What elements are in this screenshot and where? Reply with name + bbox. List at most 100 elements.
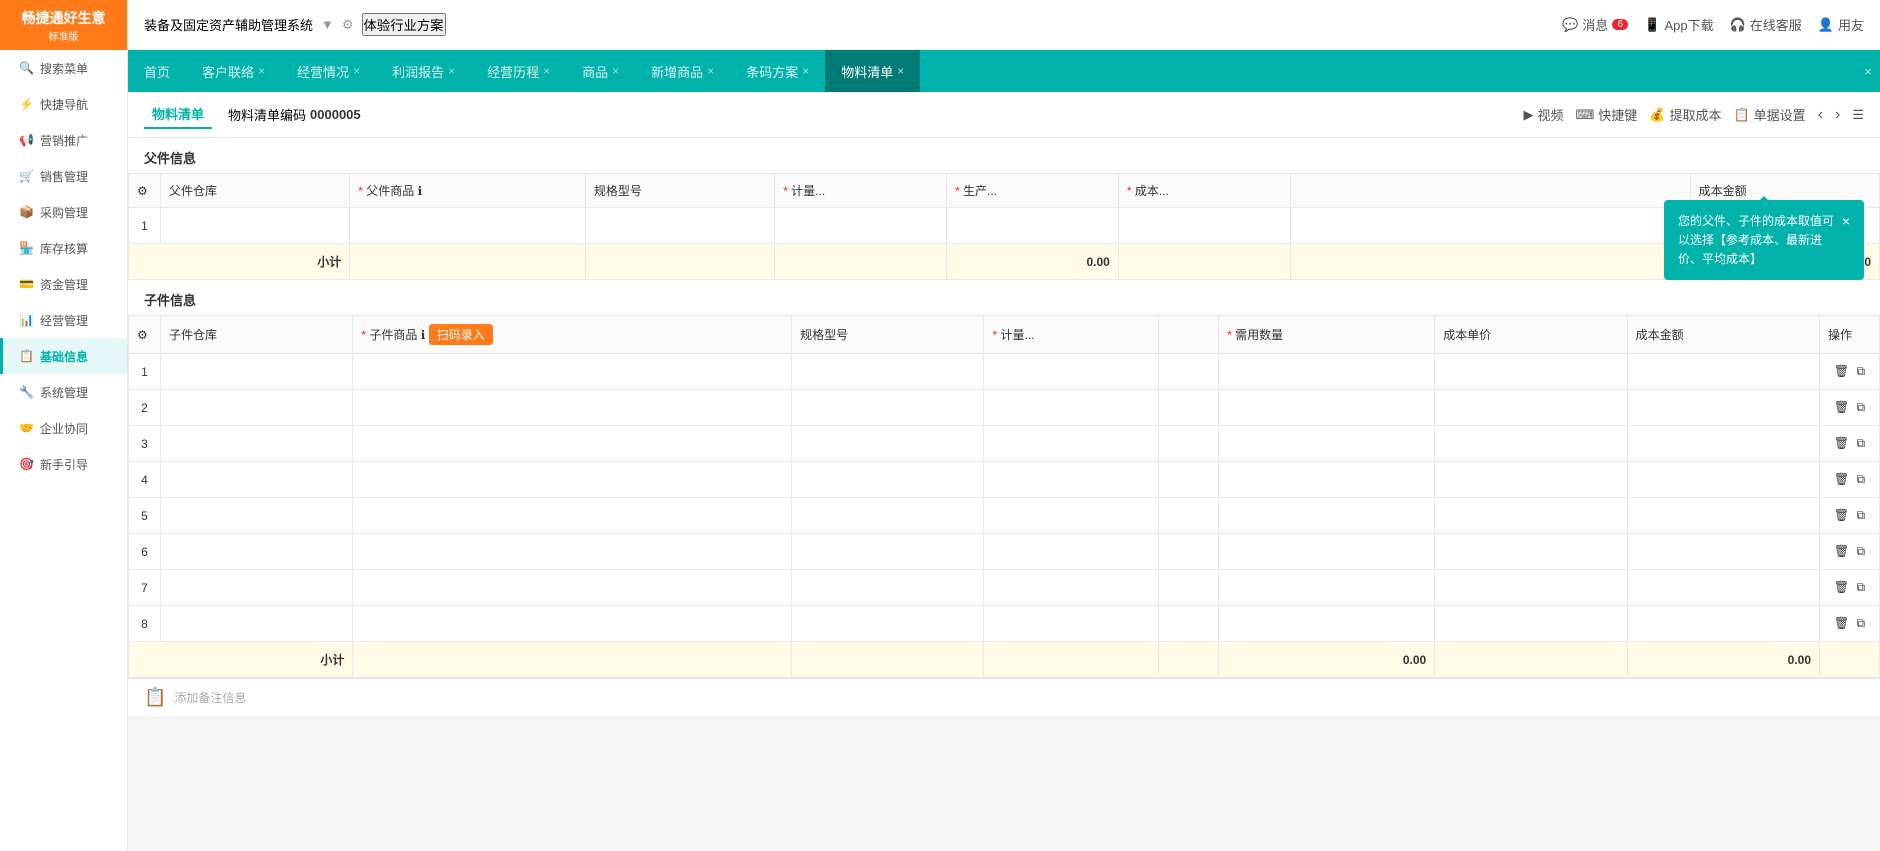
child-row-2-qty[interactable] bbox=[1219, 390, 1435, 426]
tab-barcode[interactable]: 条码方案 × bbox=[730, 50, 825, 92]
child-row-8-warehouse[interactable] bbox=[161, 606, 353, 642]
parent-row-1-unit[interactable] bbox=[775, 208, 947, 244]
tab-customer[interactable]: 客户联络 × bbox=[186, 50, 281, 92]
child-row-3-delete[interactable]: 🗑 bbox=[1834, 436, 1849, 450]
child-row-6-price[interactable] bbox=[1435, 534, 1627, 570]
child-row-6-copy[interactable]: ⧉ bbox=[1857, 544, 1866, 558]
child-row-5-copy[interactable]: ⧉ bbox=[1857, 508, 1866, 522]
sidebar-item-quick-nav[interactable]: ⚡ 快捷导航 bbox=[0, 86, 127, 122]
child-row-8-product[interactable] bbox=[353, 606, 792, 642]
child-row-5-qty[interactable] bbox=[1219, 498, 1435, 534]
child-row-2-unit[interactable] bbox=[984, 390, 1159, 426]
child-row-5-product[interactable] bbox=[353, 498, 792, 534]
child-row-5-price[interactable] bbox=[1435, 498, 1627, 534]
sidebar-item-search[interactable]: 🔍 搜索菜单 bbox=[0, 50, 127, 86]
message-item[interactable]: 💬 消息 6 bbox=[1562, 15, 1628, 34]
trial-button[interactable]: 体验行业方案 bbox=[362, 13, 446, 36]
tab-barcode-close[interactable]: × bbox=[802, 64, 809, 78]
child-row-5-unit[interactable] bbox=[984, 498, 1159, 534]
child-row-5-delete[interactable]: 🗑 bbox=[1834, 508, 1849, 522]
child-row-6-unit[interactable] bbox=[984, 534, 1159, 570]
sidebar-item-sales[interactable]: 🛒 销售管理 bbox=[0, 158, 127, 194]
app-download-item[interactable]: 📱 App下载 bbox=[1644, 15, 1713, 34]
tab-new-product[interactable]: 新增商品 × bbox=[635, 50, 730, 92]
sub-tab-bom-list[interactable]: 物料清单 bbox=[144, 100, 212, 129]
child-row-7-unit[interactable] bbox=[984, 570, 1159, 606]
child-row-8-qty[interactable] bbox=[1219, 606, 1435, 642]
child-row-4-qty[interactable] bbox=[1219, 462, 1435, 498]
parent-col-settings[interactable]: ⚙ bbox=[129, 174, 161, 208]
child-row-7-copy[interactable]: ⧉ bbox=[1857, 580, 1866, 594]
child-row-1-qty[interactable] bbox=[1219, 354, 1435, 390]
child-row-3-product[interactable] bbox=[353, 426, 792, 462]
sidebar-item-marketing[interactable]: 📢 营销推广 bbox=[0, 122, 127, 158]
parent-row-1-cost[interactable] bbox=[1118, 208, 1290, 244]
child-row-2-delete[interactable]: 🗑 bbox=[1834, 400, 1849, 414]
child-row-1-product[interactable] bbox=[353, 354, 792, 390]
tab-operation-status[interactable]: 经营情况 × bbox=[281, 50, 376, 92]
child-row-3-qty[interactable] bbox=[1219, 426, 1435, 462]
child-row-1-unit[interactable] bbox=[984, 354, 1159, 390]
child-row-8-spec[interactable] bbox=[792, 606, 984, 642]
cost-btn[interactable]: 💰 提取成本 bbox=[1649, 105, 1721, 124]
child-row-1-delete[interactable]: 🗑 bbox=[1834, 364, 1849, 378]
child-row-3-unit[interactable] bbox=[984, 426, 1159, 462]
child-row-6-spec[interactable] bbox=[792, 534, 984, 570]
sidebar-item-purchase[interactable]: 📦 采购管理 bbox=[0, 194, 127, 230]
child-row-2-price[interactable] bbox=[1435, 390, 1627, 426]
sidebar-item-guide[interactable]: 🎯 新手引导 bbox=[0, 446, 127, 482]
tab-home[interactable]: 首页 bbox=[128, 50, 186, 92]
sidebar-item-basic-info[interactable]: 📋 基础信息 bbox=[0, 338, 127, 374]
child-col-settings[interactable]: ⚙ bbox=[129, 316, 161, 354]
parent-row-1-product[interactable] bbox=[350, 208, 586, 244]
sidebar-item-finance[interactable]: 💳 资金管理 bbox=[0, 266, 127, 302]
close-all-tabs[interactable]: × bbox=[1856, 64, 1880, 79]
dropdown-icon[interactable]: ▼ bbox=[321, 17, 334, 32]
tab-operation-status-close[interactable]: × bbox=[353, 64, 360, 78]
settings-btn[interactable]: ⚙ bbox=[342, 17, 354, 33]
tab-product[interactable]: 商品 × bbox=[566, 50, 635, 92]
video-btn[interactable]: ▶ 视频 bbox=[1523, 105, 1563, 124]
child-row-1-copy[interactable]: ⧉ bbox=[1857, 364, 1866, 378]
user-item[interactable]: 👤 用友 bbox=[1818, 15, 1864, 34]
arrow-next-btn[interactable]: › bbox=[1835, 106, 1840, 124]
child-row-5-spec[interactable] bbox=[792, 498, 984, 534]
child-row-3-warehouse[interactable] bbox=[161, 426, 353, 462]
list-view-btn[interactable]: ☰ bbox=[1852, 107, 1864, 123]
child-row-2-copy[interactable]: ⧉ bbox=[1857, 400, 1866, 414]
tab-product-close[interactable]: × bbox=[612, 64, 619, 78]
parent-row-1-production[interactable] bbox=[946, 208, 1118, 244]
child-row-4-unit[interactable] bbox=[984, 462, 1159, 498]
child-row-7-spec[interactable] bbox=[792, 570, 984, 606]
child-row-1-spec[interactable] bbox=[792, 354, 984, 390]
child-row-4-copy[interactable]: ⧉ bbox=[1857, 472, 1866, 486]
sidebar-item-system[interactable]: 🔧 系统管理 bbox=[0, 374, 127, 410]
setting-doc-btn[interactable]: 📋 单据设置 bbox=[1733, 105, 1805, 124]
tab-history-close[interactable]: × bbox=[543, 64, 550, 78]
scan-btn[interactable]: 扫码录入 bbox=[429, 324, 493, 345]
child-row-4-delete[interactable]: 🗑 bbox=[1834, 472, 1849, 486]
child-row-1-price[interactable] bbox=[1435, 354, 1627, 390]
child-row-7-warehouse[interactable] bbox=[161, 570, 353, 606]
child-row-3-copy[interactable]: ⧉ bbox=[1857, 436, 1866, 450]
sidebar-item-enterprise[interactable]: 🤝 企业协同 bbox=[0, 410, 127, 446]
tab-history[interactable]: 经营历程 × bbox=[471, 50, 566, 92]
tab-bom-close[interactable]: × bbox=[897, 64, 904, 78]
tab-customer-close[interactable]: × bbox=[258, 64, 265, 78]
online-service-item[interactable]: 🎧 在线客服 bbox=[1730, 15, 1802, 34]
child-row-7-price[interactable] bbox=[1435, 570, 1627, 606]
child-row-8-price[interactable] bbox=[1435, 606, 1627, 642]
child-row-4-spec[interactable] bbox=[792, 462, 984, 498]
child-row-3-price[interactable] bbox=[1435, 426, 1627, 462]
parent-row-1-warehouse[interactable] bbox=[161, 208, 350, 244]
child-row-2-spec[interactable] bbox=[792, 390, 984, 426]
child-row-5-warehouse[interactable] bbox=[161, 498, 353, 534]
child-row-8-copy[interactable]: ⧉ bbox=[1857, 616, 1866, 630]
child-row-1-warehouse[interactable] bbox=[161, 354, 353, 390]
child-row-7-qty[interactable] bbox=[1219, 570, 1435, 606]
arrow-prev-btn[interactable]: ‹ bbox=[1818, 106, 1823, 124]
sidebar-item-operation[interactable]: 📊 经营管理 bbox=[0, 302, 127, 338]
child-row-7-product[interactable] bbox=[353, 570, 792, 606]
tab-profit-close[interactable]: × bbox=[448, 64, 455, 78]
child-row-4-price[interactable] bbox=[1435, 462, 1627, 498]
